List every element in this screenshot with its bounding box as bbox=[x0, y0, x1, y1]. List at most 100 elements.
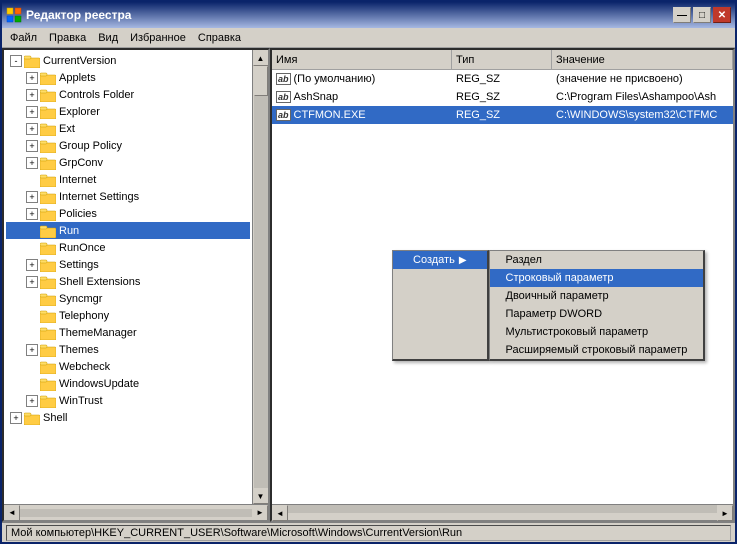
status-path-text: Мой компьютер\HKEY_CURRENT_USER\Software… bbox=[11, 527, 462, 539]
close-button[interactable]: ✕ bbox=[713, 7, 731, 23]
expand-themes[interactable]: + bbox=[26, 344, 38, 356]
menu-view[interactable]: Вид bbox=[92, 30, 124, 46]
vscroll-up-btn[interactable]: ▲ bbox=[253, 50, 269, 66]
tree-hscrollbar[interactable]: ◄ ► bbox=[4, 504, 268, 520]
expand-shellextensions[interactable]: + bbox=[26, 276, 38, 288]
cell-value-1: C:\Program Files\Ashampoo\Ash bbox=[552, 90, 733, 104]
col-header-name[interactable]: Имя bbox=[272, 50, 452, 69]
tree-label-themes: Themes bbox=[59, 344, 99, 356]
folder-grouppolicy-icon bbox=[40, 139, 56, 153]
cell-value-2: C:\WINDOWS\system32\CTFMC bbox=[552, 108, 733, 122]
right-hscroll-left[interactable]: ◄ bbox=[272, 505, 288, 521]
right-hscroll-right[interactable]: ► bbox=[717, 505, 733, 521]
table-row[interactable]: ab (По умолчанию) REG_SZ (значение не пр… bbox=[272, 70, 733, 88]
tree-item-controls[interactable]: + Controls Folder bbox=[6, 86, 250, 103]
cell-name-2: ab CTFMON.EXE bbox=[272, 108, 452, 122]
tree-item-grpconv[interactable]: + GrpConv bbox=[6, 154, 250, 171]
tree-item-shell[interactable]: + Shell bbox=[6, 409, 250, 426]
tree-item-ext[interactable]: + Ext bbox=[6, 120, 250, 137]
menu-file[interactable]: Файл bbox=[4, 30, 43, 46]
tree-label-syncmgr: Syncmgr bbox=[59, 293, 102, 305]
tree-item-grouppolicy[interactable]: + Group Policy bbox=[6, 137, 250, 154]
folder-shell-icon bbox=[24, 411, 40, 425]
tree-item-explorer[interactable]: + Explorer bbox=[6, 103, 250, 120]
col-header-value[interactable]: Значение bbox=[552, 50, 733, 69]
cell-name-text-2: CTFMON.EXE bbox=[294, 109, 366, 121]
menu-help[interactable]: Справка bbox=[192, 30, 247, 46]
expand-settings[interactable]: + bbox=[26, 259, 38, 271]
folder-controls-icon bbox=[40, 88, 56, 102]
menu-edit[interactable]: Правка bbox=[43, 30, 92, 46]
tree-item-applets[interactable]: + Applets bbox=[6, 69, 250, 86]
context-submenu[interactable]: Раздел Строковый параметр Двоичный парам… bbox=[489, 250, 706, 361]
submenu-item-multistring[interactable]: Мультистроковый параметр bbox=[490, 323, 704, 341]
vscroll-track[interactable] bbox=[254, 66, 268, 488]
folder-internetsettings-icon bbox=[40, 190, 56, 204]
tree-label-applets: Applets bbox=[59, 72, 96, 84]
tree-item-run[interactable]: Run bbox=[6, 222, 250, 239]
vscroll-thumb[interactable] bbox=[254, 66, 268, 96]
context-menu[interactable]: Создать ▶ bbox=[392, 250, 489, 361]
tree-item-runonce[interactable]: RunOnce bbox=[6, 239, 250, 256]
maximize-button[interactable]: □ bbox=[693, 7, 711, 23]
expand-controls[interactable]: + bbox=[26, 89, 38, 101]
tree-item-internet[interactable]: Internet bbox=[6, 171, 250, 188]
tree-item-telephony[interactable]: Telephony bbox=[6, 307, 250, 324]
submenu-item-binary[interactable]: Двоичный параметр bbox=[490, 287, 704, 305]
right-hscrollbar[interactable]: ◄ ► bbox=[272, 504, 733, 520]
tree-item-webcheck[interactable]: Webcheck bbox=[6, 358, 250, 375]
hscroll-track[interactable] bbox=[20, 509, 252, 517]
expand-applets[interactable]: + bbox=[26, 72, 38, 84]
folder-applets-icon bbox=[40, 71, 56, 85]
submenu-item-string[interactable]: Строковый параметр bbox=[490, 269, 704, 287]
menu-favorites[interactable]: Избранное bbox=[124, 30, 192, 46]
right-hscroll-track[interactable] bbox=[288, 505, 717, 513]
expand-grpconv[interactable]: + bbox=[26, 157, 38, 169]
tree-item-windowsupdate[interactable]: WindowsUpdate bbox=[6, 375, 250, 392]
tree-item-thememanager[interactable]: ThemeManager bbox=[6, 324, 250, 341]
expand-policies[interactable]: + bbox=[26, 208, 38, 220]
tree-item-currentversion[interactable]: - CurrentVersion bbox=[6, 52, 250, 69]
registry-tree[interactable]: - CurrentVersion + Applet bbox=[2, 48, 270, 522]
minimize-button[interactable]: — bbox=[673, 7, 691, 23]
tree-label-wintrust: WinTrust bbox=[59, 395, 103, 407]
tree-item-settings[interactable]: + Settings bbox=[6, 256, 250, 273]
folder-themes-icon bbox=[40, 343, 56, 357]
expand-grouppolicy[interactable]: + bbox=[26, 140, 38, 152]
submenu-label-razdel: Раздел bbox=[506, 254, 542, 266]
col-header-type[interactable]: Тип bbox=[452, 50, 552, 69]
tree-item-internetsettings[interactable]: + Internet Settings bbox=[6, 188, 250, 205]
tree-vscrollbar[interactable]: ▲ ▼ bbox=[252, 50, 268, 504]
expand-explorer[interactable]: + bbox=[26, 106, 38, 118]
table-row[interactable]: ab AshSnap REG_SZ C:\Program Files\Asham… bbox=[272, 88, 733, 106]
cell-name-0: ab (По умолчанию) bbox=[272, 72, 452, 86]
tree-item-wintrust[interactable]: + WinTrust bbox=[6, 392, 250, 409]
ctx-item-create[interactable]: Создать ▶ bbox=[393, 251, 487, 269]
folder-explorer-icon bbox=[40, 105, 56, 119]
expand-wintrust[interactable]: + bbox=[26, 395, 38, 407]
expand-ext[interactable]: + bbox=[26, 123, 38, 135]
folder-settings-icon bbox=[40, 258, 56, 272]
hscroll-left-btn[interactable]: ◄ bbox=[4, 505, 20, 521]
tree-scroll-area[interactable]: - CurrentVersion + Applet bbox=[4, 50, 252, 504]
tree-label-telephony: Telephony bbox=[59, 310, 109, 322]
folder-wintrust-icon bbox=[40, 394, 56, 408]
expand-internetsettings[interactable]: + bbox=[26, 191, 38, 203]
window-title: Редактор реестра bbox=[26, 8, 669, 22]
reg-icon-0: ab bbox=[276, 73, 291, 85]
expand-shell[interactable]: + bbox=[10, 412, 22, 424]
expand-currentversion[interactable]: - bbox=[10, 55, 22, 67]
submenu-item-razdel[interactable]: Раздел bbox=[490, 251, 704, 269]
hscroll-right-btn[interactable]: ► bbox=[252, 505, 268, 521]
submenu-item-dword[interactable]: Параметр DWORD bbox=[490, 305, 704, 323]
folder-shellextensions-icon bbox=[40, 275, 56, 289]
table-row[interactable]: ab CTFMON.EXE REG_SZ C:\WINDOWS\system32… bbox=[272, 106, 733, 124]
tree-item-shellextensions[interactable]: + Shell Extensions bbox=[6, 273, 250, 290]
tree-item-themes[interactable]: + Themes bbox=[6, 341, 250, 358]
submenu-item-expandstring[interactable]: Расширяемый строковый параметр bbox=[490, 341, 704, 359]
vscroll-down-btn[interactable]: ▼ bbox=[253, 488, 269, 504]
tree-item-syncmgr[interactable]: Syncmgr bbox=[6, 290, 250, 307]
submenu-label-multistring: Мультистроковый параметр bbox=[506, 326, 649, 338]
tree-label-grouppolicy: Group Policy bbox=[59, 140, 122, 152]
tree-item-policies[interactable]: + Policies bbox=[6, 205, 250, 222]
